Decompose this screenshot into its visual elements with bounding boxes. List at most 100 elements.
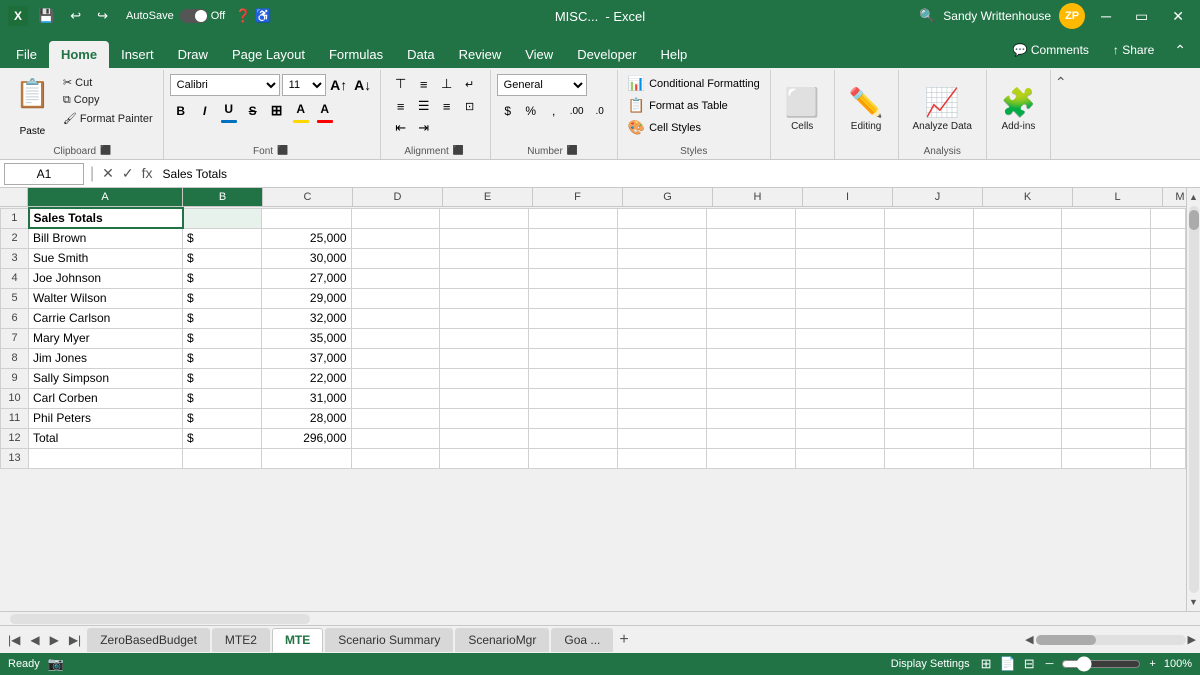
ribbon-expand-icon[interactable]: ⌃ xyxy=(1168,40,1192,61)
cell-m1[interactable] xyxy=(1151,208,1186,228)
cell-d9[interactable] xyxy=(351,368,440,388)
cell-k8[interactable] xyxy=(973,348,1062,368)
cell-i13[interactable] xyxy=(795,448,884,468)
cell-d3[interactable] xyxy=(351,248,440,268)
col-header-g[interactable]: G xyxy=(623,188,713,206)
cell-j1[interactable] xyxy=(884,208,973,228)
cell-m5[interactable] xyxy=(1151,288,1186,308)
cell-f6[interactable] xyxy=(529,308,618,328)
font-size-select[interactable]: 11 xyxy=(282,74,326,96)
cell-e11[interactable] xyxy=(440,408,529,428)
align-center-button[interactable]: ☰ xyxy=(413,96,435,116)
cell-a1[interactable]: Sales Totals xyxy=(29,208,183,228)
cell-m8[interactable] xyxy=(1151,348,1186,368)
cell-b3[interactable]: $ xyxy=(183,248,262,268)
page-break-view-button[interactable]: ⊟ xyxy=(1021,655,1038,673)
increase-indent-button[interactable]: ⇥ xyxy=(413,118,435,138)
cell-c4[interactable]: 27,000 xyxy=(262,268,351,288)
sheet-tab-scenariomgr[interactable]: ScenarioMgr xyxy=(455,628,549,652)
fill-color-button[interactable]: A xyxy=(290,98,312,120)
accessibility-icon[interactable]: ♿ xyxy=(255,8,271,24)
cell-d12[interactable] xyxy=(351,428,440,448)
cell-k9[interactable] xyxy=(973,368,1062,388)
cell-l8[interactable] xyxy=(1062,348,1151,368)
col-header-c[interactable]: C xyxy=(263,188,353,206)
cell-k5[interactable] xyxy=(973,288,1062,308)
cell-e1[interactable] xyxy=(440,208,529,228)
cell-l5[interactable] xyxy=(1062,288,1151,308)
cell-k7[interactable] xyxy=(973,328,1062,348)
search-icon[interactable]: 🔍 xyxy=(919,8,935,24)
cell-l6[interactable] xyxy=(1062,308,1151,328)
addins-button[interactable]: 🧩 Add-ins xyxy=(993,74,1044,144)
close-button[interactable]: ✕ xyxy=(1164,0,1192,32)
cell-l12[interactable] xyxy=(1062,428,1151,448)
cell-e2[interactable] xyxy=(440,228,529,248)
cell-e7[interactable] xyxy=(440,328,529,348)
help-icon[interactable]: ❓ xyxy=(235,8,251,24)
cells-button[interactable]: ⬜ Cells xyxy=(777,74,828,144)
align-left-button[interactable]: ≡ xyxy=(390,96,412,116)
cell-l1[interactable] xyxy=(1062,208,1151,228)
scroll-thumb[interactable] xyxy=(1189,210,1199,230)
row-number-1[interactable]: 1 xyxy=(1,208,29,228)
cell-k12[interactable] xyxy=(973,428,1062,448)
row-number-8[interactable]: 8 xyxy=(1,348,29,368)
cell-c3[interactable]: 30,000 xyxy=(262,248,351,268)
cell-m9[interactable] xyxy=(1151,368,1186,388)
cell-d7[interactable] xyxy=(351,328,440,348)
cell-i1[interactable] xyxy=(795,208,884,228)
cell-j3[interactable] xyxy=(884,248,973,268)
insert-function-icon[interactable]: fx xyxy=(140,163,155,184)
number-expand-icon[interactable]: ⬛ xyxy=(565,145,580,156)
cell-j4[interactable] xyxy=(884,268,973,288)
cell-g7[interactable] xyxy=(618,328,707,348)
cell-l7[interactable] xyxy=(1062,328,1151,348)
cell-a5[interactable]: Walter Wilson xyxy=(29,288,183,308)
vertical-scrollbar[interactable]: ▲ ▼ xyxy=(1186,188,1200,611)
scroll-track[interactable] xyxy=(1189,206,1199,593)
quick-access-undo[interactable]: ↩ xyxy=(64,6,87,26)
cell-g4[interactable] xyxy=(618,268,707,288)
cell-f5[interactable] xyxy=(529,288,618,308)
cell-d2[interactable] xyxy=(351,228,440,248)
shrink-font-button[interactable]: A↓ xyxy=(352,74,374,96)
share-button[interactable]: ↑ Share xyxy=(1103,36,1164,64)
hscroll-left-button[interactable]: ◀ xyxy=(1025,633,1033,646)
hscroll-right-button[interactable]: ▶ xyxy=(1188,633,1196,646)
cell-i3[interactable] xyxy=(795,248,884,268)
cell-a9[interactable]: Sally Simpson xyxy=(29,368,183,388)
font-expand-icon[interactable]: ⬛ xyxy=(275,145,290,156)
cell-e6[interactable] xyxy=(440,308,529,328)
cell-f3[interactable] xyxy=(529,248,618,268)
cell-l9[interactable] xyxy=(1062,368,1151,388)
cell-k4[interactable] xyxy=(973,268,1062,288)
col-header-i[interactable]: I xyxy=(803,188,893,206)
cell-h10[interactable] xyxy=(707,388,796,408)
cell-h5[interactable] xyxy=(707,288,796,308)
cell-i9[interactable] xyxy=(795,368,884,388)
cell-a2[interactable]: Bill Brown xyxy=(29,228,183,248)
sheet-tab-mte2[interactable]: MTE2 xyxy=(212,628,270,652)
tab-help[interactable]: Help xyxy=(648,41,699,68)
cell-h1[interactable] xyxy=(707,208,796,228)
cell-h6[interactable] xyxy=(707,308,796,328)
cell-j6[interactable] xyxy=(884,308,973,328)
page-layout-view-button[interactable]: 📄 xyxy=(997,655,1019,673)
quick-access-redo[interactable]: ↪ xyxy=(91,6,114,26)
row-number-3[interactable]: 3 xyxy=(1,248,29,268)
cell-c13[interactable] xyxy=(262,448,351,468)
cell-g6[interactable] xyxy=(618,308,707,328)
cell-l10[interactable] xyxy=(1062,388,1151,408)
col-header-a[interactable]: A xyxy=(28,188,183,206)
cell-h7[interactable] xyxy=(707,328,796,348)
cell-h8[interactable] xyxy=(707,348,796,368)
cell-i2[interactable] xyxy=(795,228,884,248)
cell-f4[interactable] xyxy=(529,268,618,288)
col-header-b[interactable]: B xyxy=(183,188,263,206)
cell-k2[interactable] xyxy=(973,228,1062,248)
cell-a4[interactable]: Joe Johnson xyxy=(29,268,183,288)
cell-e5[interactable] xyxy=(440,288,529,308)
cell-m3[interactable] xyxy=(1151,248,1186,268)
tab-developer[interactable]: Developer xyxy=(565,41,648,68)
